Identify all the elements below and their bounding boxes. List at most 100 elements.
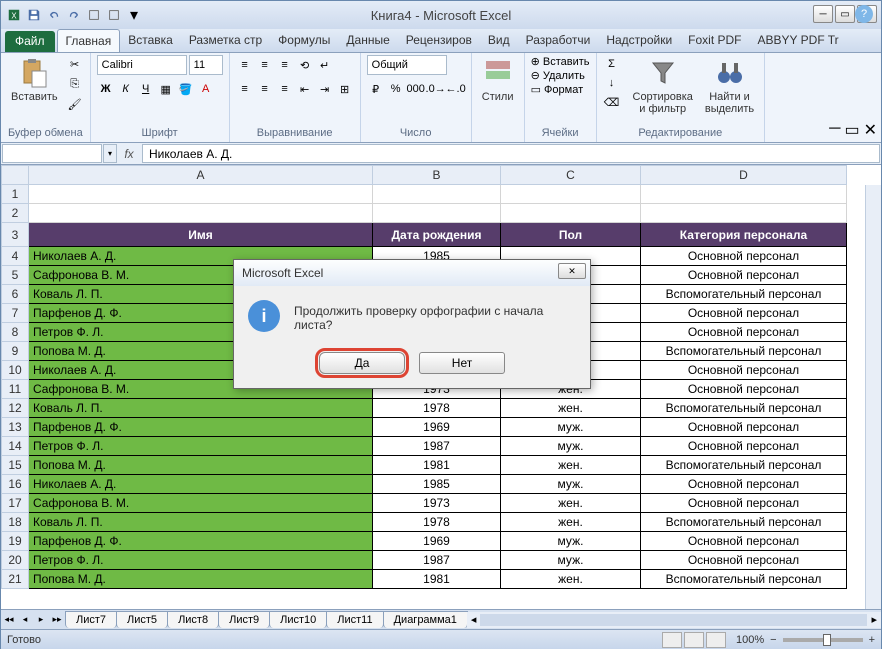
- row-header[interactable]: 1: [1, 185, 29, 204]
- data-cell[interactable]: Основной персонал: [641, 494, 847, 513]
- row-header[interactable]: 6: [1, 285, 29, 304]
- zoom-out-icon[interactable]: −: [770, 634, 776, 646]
- data-cell[interactable]: Петров Ф. Л.: [29, 551, 373, 570]
- align-left-icon[interactable]: ≡: [236, 80, 254, 98]
- row-header[interactable]: 8: [1, 323, 29, 342]
- row-header[interactable]: 12: [1, 399, 29, 418]
- format-painter-icon[interactable]: 🖌: [66, 95, 84, 113]
- data-cell[interactable]: жен.: [501, 494, 641, 513]
- formula-input[interactable]: Николаев А. Д.: [142, 144, 880, 163]
- data-cell[interactable]: Вспомогательный персонал: [641, 456, 847, 475]
- sheet-nav-next[interactable]: ▸: [33, 611, 49, 629]
- wrap-text-icon[interactable]: ↵: [316, 56, 334, 74]
- qat-btn[interactable]: [105, 6, 123, 24]
- data-cell[interactable]: Коваль Л. П.: [29, 513, 373, 532]
- minimize-button[interactable]: ─: [813, 5, 833, 23]
- file-tab[interactable]: Файл: [5, 31, 55, 52]
- indent-dec-icon[interactable]: ⇤: [296, 80, 314, 98]
- header-cell[interactable]: Пол: [501, 223, 641, 247]
- cut-icon[interactable]: ✂: [66, 55, 84, 73]
- data-cell[interactable]: Основной персонал: [641, 475, 847, 494]
- row-header[interactable]: 5: [1, 266, 29, 285]
- cell[interactable]: [501, 204, 641, 223]
- page-layout-view-icon[interactable]: [684, 632, 704, 648]
- data-cell[interactable]: 1973: [373, 494, 501, 513]
- border-icon[interactable]: ▦: [157, 80, 175, 98]
- data-cell[interactable]: Вспомогательный персонал: [641, 513, 847, 532]
- data-cell[interactable]: муж.: [501, 551, 641, 570]
- data-cell[interactable]: муж.: [501, 532, 641, 551]
- col-header[interactable]: C: [501, 165, 641, 185]
- help-button[interactable]: ?: [855, 5, 873, 23]
- row-header[interactable]: 7: [1, 304, 29, 323]
- styles-button[interactable]: Стили: [478, 55, 518, 105]
- fx-icon[interactable]: fx: [117, 143, 141, 164]
- redo-icon[interactable]: [65, 6, 83, 24]
- row-header[interactable]: 14: [1, 437, 29, 456]
- data-cell[interactable]: муж.: [501, 475, 641, 494]
- data-cell[interactable]: Основной персонал: [641, 304, 847, 323]
- sheet-nav-first[interactable]: ◂◂: [1, 611, 17, 629]
- insert-cells-button[interactable]: ⊕Вставить: [531, 55, 590, 68]
- number-format-combo[interactable]: Общий: [367, 55, 447, 75]
- sheet-nav-last[interactable]: ▸▸: [49, 611, 65, 629]
- tab-10[interactable]: ABBYY PDF Tr: [750, 29, 847, 52]
- data-cell[interactable]: жен.: [501, 399, 641, 418]
- horizontal-scrollbar[interactable]: ◂ ▸: [467, 612, 881, 628]
- delete-cells-button[interactable]: ⊖Удалить: [531, 69, 585, 82]
- zoom-in-icon[interactable]: +: [869, 634, 875, 646]
- qat-btn[interactable]: [85, 6, 103, 24]
- data-cell[interactable]: Вспомогательный персонал: [641, 570, 847, 589]
- row-header[interactable]: 15: [1, 456, 29, 475]
- currency-icon[interactable]: ₽: [367, 80, 385, 98]
- data-cell[interactable]: Основной персонал: [641, 437, 847, 456]
- tab-9[interactable]: Foxit PDF: [680, 29, 749, 52]
- data-cell[interactable]: Вспомогательный персонал: [641, 285, 847, 304]
- col-header[interactable]: A: [29, 165, 373, 185]
- name-box[interactable]: [2, 144, 102, 163]
- row-header[interactable]: 13: [1, 418, 29, 437]
- sheet-tab[interactable]: Лист11: [326, 611, 383, 628]
- normal-view-icon[interactable]: [662, 632, 682, 648]
- page-break-view-icon[interactable]: [706, 632, 726, 648]
- sheet-tab[interactable]: Лист8: [167, 611, 219, 628]
- data-cell[interactable]: Попова М. Д.: [29, 456, 373, 475]
- cell[interactable]: [373, 204, 501, 223]
- header-cell[interactable]: Дата рождения: [373, 223, 501, 247]
- dec-decimal-icon[interactable]: ←.0: [447, 80, 465, 98]
- tab-5[interactable]: Рецензиров: [398, 29, 480, 52]
- tab-0[interactable]: Главная: [57, 29, 121, 52]
- align-right-icon[interactable]: ≡: [276, 80, 294, 98]
- row-header[interactable]: 3: [1, 223, 29, 247]
- data-cell[interactable]: Основной персонал: [641, 418, 847, 437]
- data-cell[interactable]: Вспомогательный персонал: [641, 342, 847, 361]
- col-header[interactable]: D: [641, 165, 847, 185]
- header-cell[interactable]: Категория персонала: [641, 223, 847, 247]
- row-header[interactable]: 2: [1, 204, 29, 223]
- fill-icon[interactable]: ↓: [603, 74, 621, 92]
- bold-icon[interactable]: Ж: [97, 80, 115, 98]
- zoom-slider[interactable]: [783, 638, 863, 642]
- no-button[interactable]: Нет: [419, 352, 505, 374]
- data-cell[interactable]: 1985: [373, 475, 501, 494]
- sort-filter-button[interactable]: Сортировка и фильтр: [629, 55, 697, 117]
- data-cell[interactable]: Основной персонал: [641, 323, 847, 342]
- qat-more-icon[interactable]: ▾: [125, 6, 143, 24]
- sheet-tab[interactable]: Лист5: [116, 611, 168, 628]
- data-cell[interactable]: 1969: [373, 532, 501, 551]
- copy-icon[interactable]: ⎘: [66, 75, 84, 93]
- row-header[interactable]: 19: [1, 532, 29, 551]
- format-cells-button[interactable]: ▭Формат: [531, 83, 583, 96]
- tab-4[interactable]: Данные: [338, 29, 397, 52]
- align-bottom-icon[interactable]: ≡: [276, 56, 294, 74]
- merge-icon[interactable]: ⊞: [336, 80, 354, 98]
- data-cell[interactable]: Парфенов Д. Ф.: [29, 532, 373, 551]
- indent-inc-icon[interactable]: ⇥: [316, 80, 334, 98]
- sheet-tab[interactable]: Лист7: [65, 611, 117, 628]
- data-cell[interactable]: Вспомогательный персонал: [641, 399, 847, 418]
- cell[interactable]: [641, 185, 847, 204]
- data-cell[interactable]: жен.: [501, 513, 641, 532]
- sheet-tab[interactable]: Лист9: [218, 611, 270, 628]
- row-header[interactable]: 20: [1, 551, 29, 570]
- data-cell[interactable]: муж.: [501, 418, 641, 437]
